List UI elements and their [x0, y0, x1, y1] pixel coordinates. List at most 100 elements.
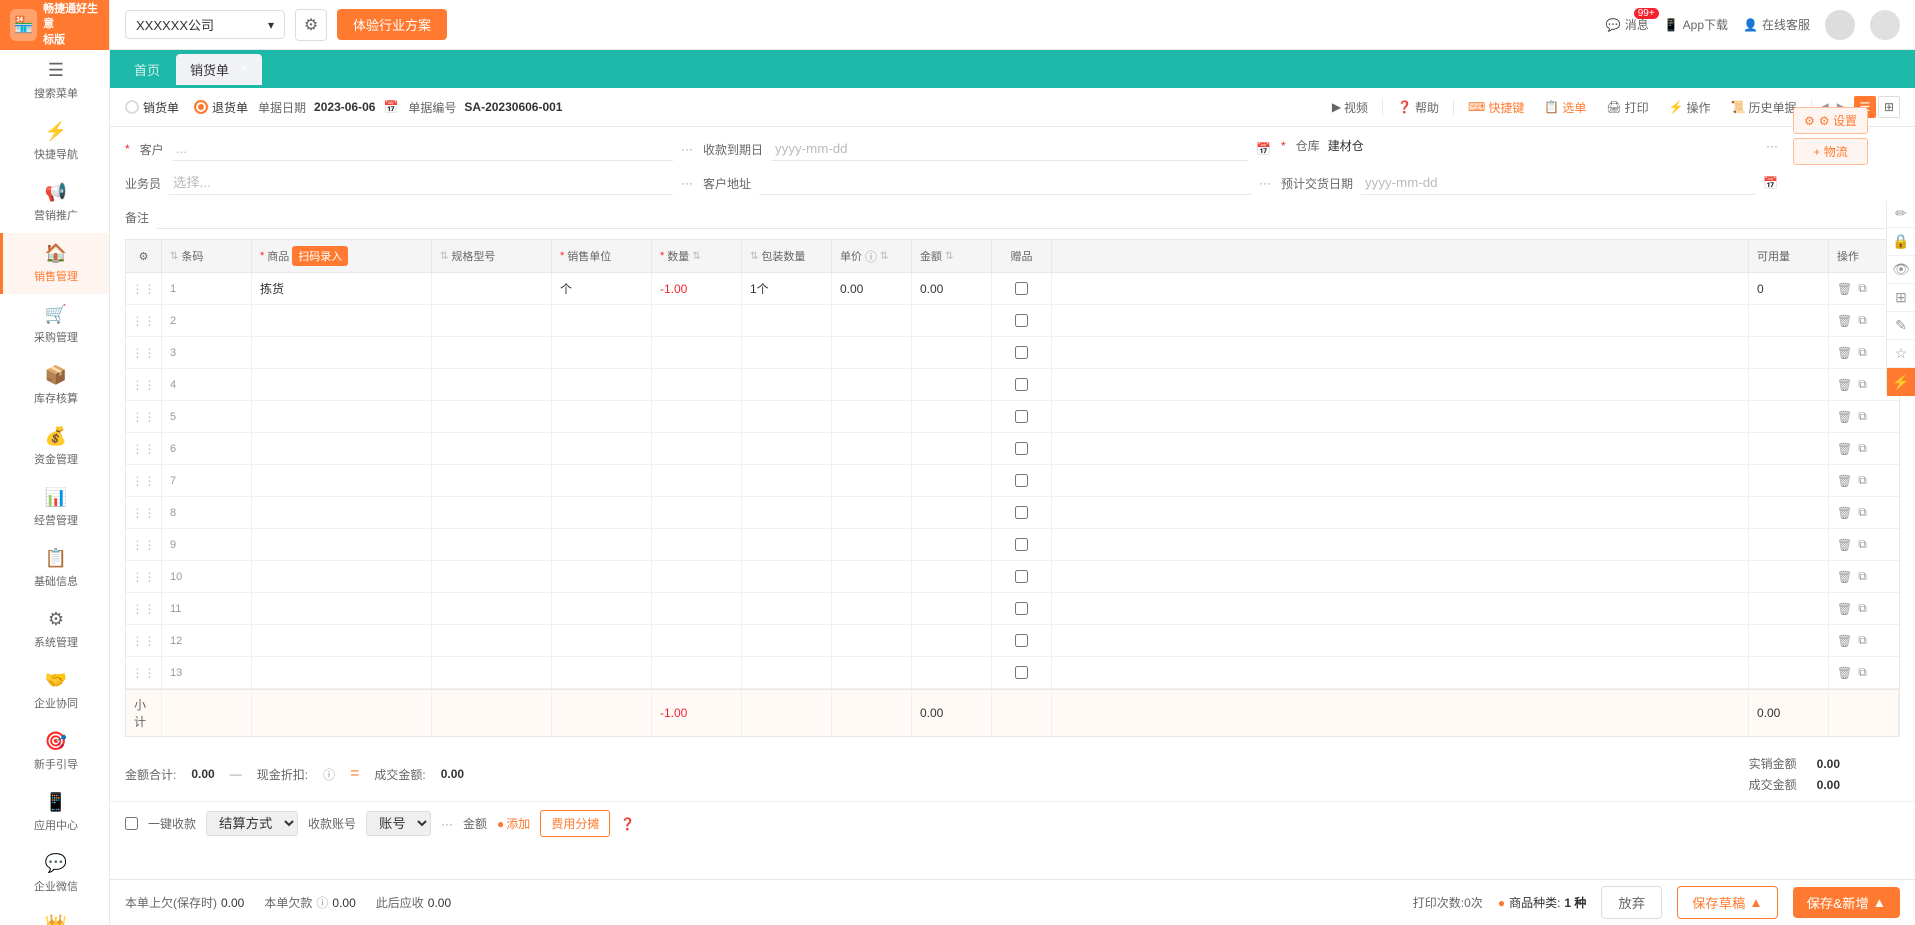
cell-price-9[interactable] — [832, 561, 912, 592]
cell-settings-0[interactable]: ⋮⋮ — [126, 273, 162, 304]
copy-row-btn-5[interactable]: ⧉ — [1858, 441, 1867, 456]
tab-sales-order[interactable]: 销货单 × — [176, 54, 262, 85]
cell-amount-2[interactable] — [912, 337, 992, 368]
cell-spec-5[interactable] — [432, 433, 552, 464]
cell-amount-9[interactable] — [912, 561, 992, 592]
copy-row-btn-9[interactable]: ⧉ — [1858, 569, 1867, 584]
gift-checkbox-0[interactable] — [1015, 282, 1028, 295]
company-selector[interactable]: XXXXXX公司 ▾ — [125, 10, 285, 39]
sort-price-icon[interactable]: ⇅ — [880, 251, 888, 262]
cell-unit-8[interactable] — [552, 529, 652, 560]
gift-checkbox-3[interactable] — [1015, 378, 1028, 391]
cell-qty-11[interactable] — [652, 625, 742, 656]
cell-settings-2[interactable]: ⋮⋮ — [126, 337, 162, 368]
copy-row-btn-1[interactable]: ⧉ — [1858, 313, 1867, 328]
cell-gift-7[interactable] — [992, 497, 1052, 528]
save-draft-btn[interactable]: 保存草稿 ▲ — [1677, 886, 1778, 919]
customer-expand-icon[interactable]: ··· — [681, 142, 693, 156]
cell-unit-5[interactable] — [552, 433, 652, 464]
cell-qty-10[interactable] — [652, 593, 742, 624]
cell-barcode-2[interactable]: 3 — [162, 337, 252, 368]
cell-price-12[interactable] — [832, 657, 912, 688]
cell-spec-8[interactable] — [432, 529, 552, 560]
copy-row-btn-7[interactable]: ⧉ — [1858, 505, 1867, 520]
cell-settings-5[interactable]: ⋮⋮ — [126, 433, 162, 464]
addr-expand-icon[interactable]: ··· — [1259, 176, 1271, 190]
cell-settings-8[interactable]: ⋮⋮ — [126, 529, 162, 560]
cell-product-6[interactable] — [252, 465, 432, 496]
delete-row-btn-10[interactable]: 🗑 — [1837, 602, 1852, 616]
cell-qty-5[interactable] — [652, 433, 742, 464]
remark-input[interactable] — [157, 205, 1900, 229]
try-industry-btn[interactable]: 体验行业方案 — [337, 9, 447, 40]
print-btn[interactable]: 🖨 打印 — [1600, 97, 1654, 118]
sidebar-item-operations[interactable]: 📊 经营管理 — [0, 477, 109, 538]
cell-amount-6[interactable] — [912, 465, 992, 496]
cell-gift-8[interactable] — [992, 529, 1052, 560]
video-btn[interactable]: ▶ 视频 — [1326, 97, 1374, 118]
cell-qty-6[interactable] — [652, 465, 742, 496]
cell-pack-0[interactable]: 1个 — [742, 273, 832, 304]
cell-pack-4[interactable] — [742, 401, 832, 432]
cell-gift-12[interactable] — [992, 657, 1052, 688]
gift-checkbox-2[interactable] — [1015, 346, 1028, 359]
cell-qty-9[interactable] — [652, 561, 742, 592]
cell-spec-4[interactable] — [432, 401, 552, 432]
cell-note-8[interactable] — [1052, 529, 1749, 560]
cell-spec-1[interactable] — [432, 305, 552, 336]
cell-spec-11[interactable] — [432, 625, 552, 656]
cell-amount-0[interactable]: 0.00 — [912, 273, 992, 304]
copy-row-btn-0[interactable]: ⧉ — [1858, 281, 1867, 296]
sidebar-item-enterprise[interactable]: 🤝 企业协同 — [0, 660, 109, 721]
cell-pack-6[interactable] — [742, 465, 832, 496]
delete-row-btn-1[interactable]: 🗑 — [1837, 314, 1852, 328]
delivery-calendar-icon[interactable]: 📅 — [1763, 176, 1778, 190]
payment-method-select[interactable]: 结算方式 — [206, 811, 298, 836]
cell-qty-4[interactable] — [652, 401, 742, 432]
cell-pack-3[interactable] — [742, 369, 832, 400]
gift-checkbox-11[interactable] — [1015, 634, 1028, 647]
sidebar-item-quicknav[interactable]: ⚡ 快捷导航 — [0, 111, 109, 172]
cell-note-6[interactable] — [1052, 465, 1749, 496]
cell-pack-1[interactable] — [742, 305, 832, 336]
cell-unit-7[interactable] — [552, 497, 652, 528]
cell-price-1[interactable] — [832, 305, 912, 336]
cell-note-5[interactable] — [1052, 433, 1749, 464]
side-pencil-icon[interactable]: ✎ — [1887, 312, 1915, 340]
avatar[interactable] — [1825, 10, 1855, 40]
copy-row-btn-11[interactable]: ⧉ — [1858, 633, 1867, 648]
sidebar-item-search[interactable]: ☰ 搜索菜单 — [0, 50, 109, 111]
sidebar-item-guide[interactable]: 🎯 新手引导 — [0, 721, 109, 782]
cell-note-10[interactable] — [1052, 593, 1749, 624]
cell-settings-4[interactable]: ⋮⋮ — [126, 401, 162, 432]
discard-btn[interactable]: 放弃 — [1601, 886, 1662, 919]
copy-row-btn-6[interactable]: ⧉ — [1858, 473, 1867, 488]
col-header-settings[interactable]: ⚙ — [126, 240, 162, 272]
cell-pack-7[interactable] — [742, 497, 832, 528]
gift-checkbox-10[interactable] — [1015, 602, 1028, 615]
gift-checkbox-8[interactable] — [1015, 538, 1028, 551]
cell-note-4[interactable] — [1052, 401, 1749, 432]
app-download-btn[interactable]: 📱 App下载 — [1664, 16, 1728, 33]
cell-settings-3[interactable]: ⋮⋮ — [126, 369, 162, 400]
cell-qty-0[interactable]: -1.00 — [652, 273, 742, 304]
sidebar-item-system[interactable]: ⚙ 系统管理 — [0, 599, 109, 660]
cell-product-12[interactable] — [252, 657, 432, 688]
warehouse-expand-icon[interactable]: ··· — [1766, 139, 1778, 153]
salesperson-input[interactable] — [169, 171, 673, 195]
cell-barcode-4[interactable]: 5 — [162, 401, 252, 432]
sidebar-item-base[interactable]: 📋 基础信息 — [0, 538, 109, 599]
cell-note-3[interactable] — [1052, 369, 1749, 400]
delete-row-btn-0[interactable]: 🗑 — [1837, 282, 1852, 296]
cell-note-2[interactable] — [1052, 337, 1749, 368]
gift-checkbox-1[interactable] — [1015, 314, 1028, 327]
sidebar-item-member[interactable]: 👑 畅会员 — [0, 904, 109, 925]
actions-btn[interactable]: ⚡ 操作 — [1663, 97, 1717, 118]
copy-row-btn-12[interactable]: ⧉ — [1858, 665, 1867, 680]
sidebar-item-purchase[interactable]: 🛒 采购管理 — [0, 294, 109, 355]
expense-split-btn[interactable]: 费用分摊 — [540, 810, 610, 837]
cell-gift-2[interactable] — [992, 337, 1052, 368]
cell-spec-2[interactable] — [432, 337, 552, 368]
cell-price-5[interactable] — [832, 433, 912, 464]
cell-amount-8[interactable] — [912, 529, 992, 560]
